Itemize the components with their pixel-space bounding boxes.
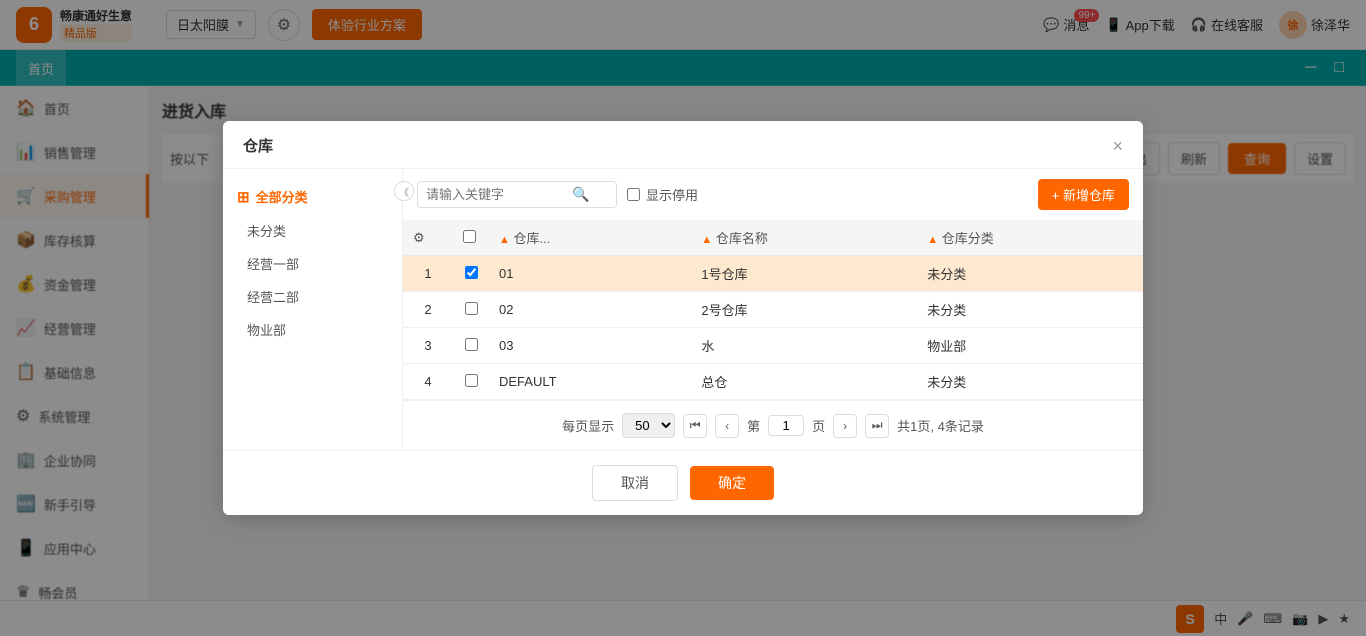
td-code: 03 — [489, 328, 691, 364]
warehouse-table: ⚙ ▲ 仓库... ▲ — [403, 220, 1143, 400]
table-panel: 🔍 显示停用 + 新增仓库 ⚙ — [403, 169, 1143, 450]
next-page-btn[interactable]: › — [833, 414, 857, 438]
td-name: 总仓 — [691, 364, 917, 400]
tree-item-property[interactable]: 物业部 — [223, 313, 402, 346]
modal-footer: 取消 确定 — [223, 450, 1143, 515]
page-input[interactable] — [768, 415, 804, 436]
sort-icon-name: ▲ — [701, 234, 712, 246]
td-check — [453, 292, 489, 328]
sort-icon-code: ▲ — [499, 234, 510, 246]
modal-title: 仓库 — [243, 135, 273, 156]
td-category: 物业部 — [917, 328, 1143, 364]
tree-all-category[interactable]: ⊞ 全部分类 — [223, 179, 402, 214]
row-checkbox[interactable] — [465, 266, 478, 279]
grid-icon: ⊞ — [237, 188, 250, 206]
prev-page-btn[interactable]: ‹ — [715, 414, 739, 438]
row-checkbox[interactable] — [465, 374, 478, 387]
td-name: 水 — [691, 328, 917, 364]
select-all-checkbox[interactable] — [463, 230, 476, 243]
gear-icon: ⚙ — [413, 230, 425, 245]
td-num: 4 — [403, 364, 453, 400]
td-check — [453, 256, 489, 292]
th-name: ▲ 仓库名称 — [691, 220, 917, 256]
tree-collapse-btn[interactable]: 《 — [394, 181, 414, 201]
td-code: DEFAULT — [489, 364, 691, 400]
td-name: 1号仓库 — [691, 256, 917, 292]
tree-item-ops2[interactable]: 经营二部 — [223, 280, 402, 313]
th-num: ⚙ — [403, 220, 453, 256]
table-header-row: ⚙ ▲ 仓库... ▲ — [403, 220, 1143, 256]
modal-body: ⊞ 全部分类 《 未分类 经营一部 经营二部 物业部 — [223, 169, 1143, 450]
td-name: 2号仓库 — [691, 292, 917, 328]
modal-overlay: 仓库 × ⊞ 全部分类 《 未分类 经营一部 — [0, 0, 1366, 636]
td-code: 02 — [489, 292, 691, 328]
search-input[interactable] — [426, 187, 566, 202]
th-category: ▲ 仓库分类 — [917, 220, 1143, 256]
table-row[interactable]: 4 DEFAULT 总仓 未分类 — [403, 364, 1143, 400]
show-disabled-label[interactable]: 显示停用 — [627, 185, 698, 204]
td-check — [453, 328, 489, 364]
row-checkbox[interactable] — [465, 338, 478, 351]
warehouse-modal: 仓库 × ⊞ 全部分类 《 未分类 经营一部 — [223, 121, 1143, 515]
pagination: 每页显示 50 ⏮ ‹ 第 页 › ⏭ 共1页, 4条记录 — [403, 400, 1143, 450]
td-num: 3 — [403, 328, 453, 364]
modal-header: 仓库 × — [223, 121, 1143, 169]
confirm-btn[interactable]: 确定 — [690, 466, 774, 500]
first-page-btn[interactable]: ⏮ — [683, 414, 707, 438]
td-num: 1 — [403, 256, 453, 292]
add-warehouse-btn[interactable]: + 新增仓库 — [1038, 179, 1129, 210]
td-check — [453, 364, 489, 400]
search-icon[interactable]: 🔍 — [572, 186, 589, 203]
search-wrap: 🔍 — [417, 181, 617, 208]
table-body: 1 01 1号仓库 未分类 2 02 2号仓库 未分类 3 03 水 物业部 4… — [403, 256, 1143, 400]
td-category: 未分类 — [917, 364, 1143, 400]
th-check — [453, 220, 489, 256]
cancel-btn[interactable]: 取消 — [592, 465, 678, 501]
tree-item-ops1[interactable]: 经营一部 — [223, 247, 402, 280]
show-disabled-checkbox[interactable] — [627, 188, 640, 201]
table-scroll: ⚙ ▲ 仓库... ▲ — [403, 220, 1143, 400]
tree-item-uncategorized[interactable]: 未分类 — [223, 214, 402, 247]
td-category: 未分类 — [917, 256, 1143, 292]
row-checkbox[interactable] — [465, 302, 478, 315]
last-page-btn[interactable]: ⏭ — [865, 414, 889, 438]
table-row[interactable]: 3 03 水 物业部 — [403, 328, 1143, 364]
td-category: 未分类 — [917, 292, 1143, 328]
sort-icon-cat: ▲ — [927, 234, 938, 246]
tree-panel: ⊞ 全部分类 《 未分类 经营一部 经营二部 物业部 — [223, 169, 403, 450]
th-code: ▲ 仓库... — [489, 220, 691, 256]
modal-close-btn[interactable]: × — [1112, 137, 1123, 155]
table-row[interactable]: 2 02 2号仓库 未分类 — [403, 292, 1143, 328]
table-toolbar: 🔍 显示停用 + 新增仓库 — [403, 169, 1143, 220]
table-row[interactable]: 1 01 1号仓库 未分类 — [403, 256, 1143, 292]
td-code: 01 — [489, 256, 691, 292]
page-size-select[interactable]: 50 — [622, 413, 675, 438]
td-num: 2 — [403, 292, 453, 328]
